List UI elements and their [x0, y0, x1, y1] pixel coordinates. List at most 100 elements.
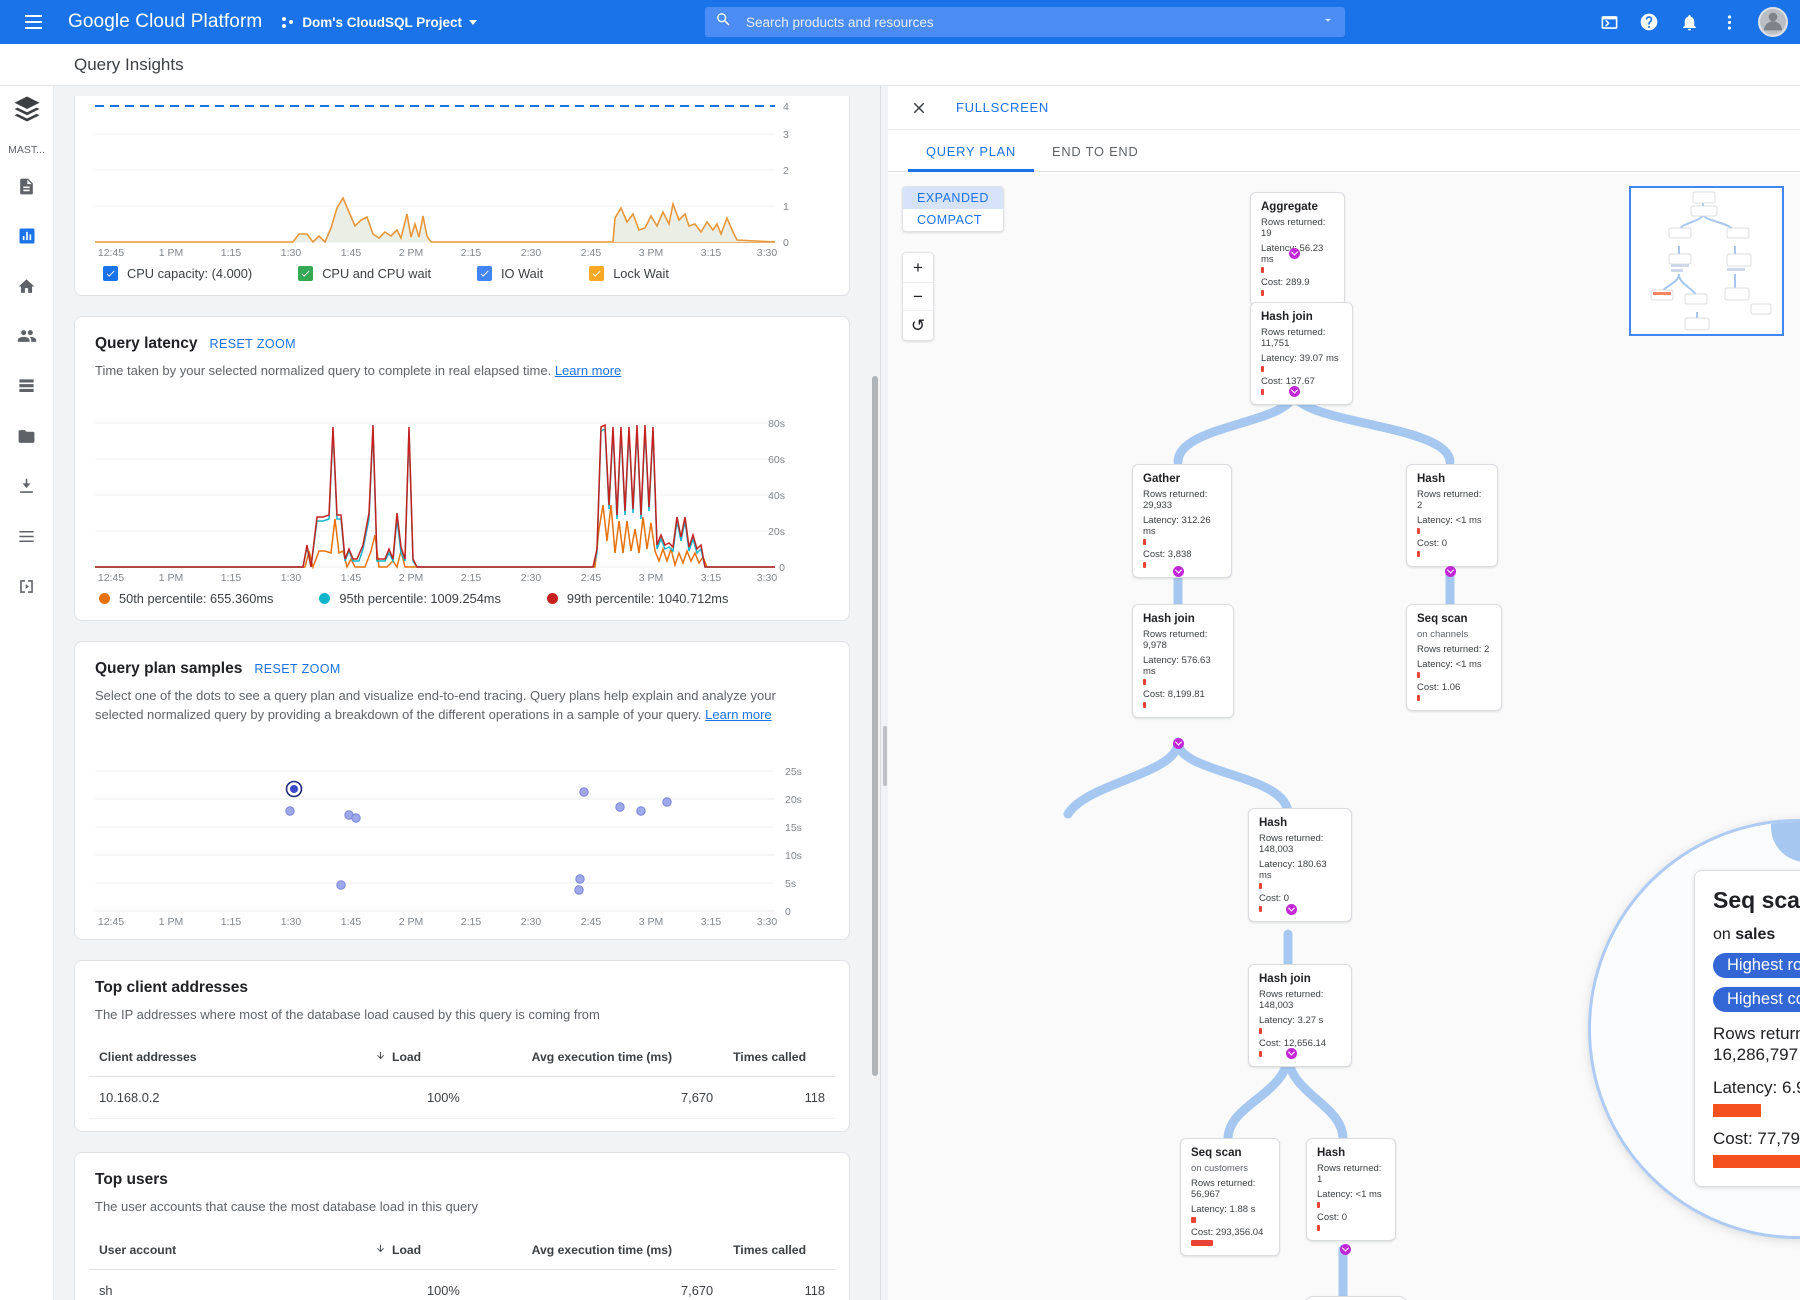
node-rows-returned: Rows returned: 2: [1417, 489, 1487, 511]
plan-node-seq-scan-customers[interactable]: Seq scan on customers Rows returned: 56,…: [1180, 1138, 1280, 1256]
reset-zoom-latency-button[interactable]: RESET ZOOM: [210, 337, 296, 351]
zoom-out-button[interactable]: −: [903, 282, 933, 311]
zoom-in-button[interactable]: +: [903, 253, 933, 282]
search-dropdown-icon[interactable]: [1321, 13, 1335, 32]
close-icon[interactable]: [908, 97, 930, 119]
svg-text:2:15: 2:15: [461, 247, 482, 256]
edge-joint-icon: [1173, 566, 1184, 577]
column-user-account[interactable]: User account: [89, 1231, 365, 1270]
plan-node-gather[interactable]: Gather Rows returned: 29,933 Latency: 31…: [1132, 464, 1232, 578]
svg-text:1:30: 1:30: [281, 916, 302, 925]
svg-text:3:15: 3:15: [701, 572, 722, 581]
magnified-node-card[interactable]: Seq scan on sales Highest row count High…: [1694, 870, 1800, 1187]
reset-zoom-samples-button[interactable]: RESET ZOOM: [254, 662, 340, 676]
legend-cpu-capacity[interactable]: CPU capacity: (4.000): [103, 266, 252, 281]
sidebar-item-connections[interactable]: [9, 268, 45, 304]
legend-cpu-and-cpu-wait[interactable]: CPU and CPU wait: [298, 266, 431, 281]
cloud-shell-icon[interactable]: [1598, 11, 1620, 33]
legend-lock-wait[interactable]: Lock Wait: [589, 266, 669, 281]
checkbox-checked-icon[interactable]: [298, 266, 313, 281]
latency-bar: [1417, 528, 1420, 534]
node-latency: Latency: 312.26 ms: [1143, 515, 1221, 537]
badge-highest-row-count: Highest row count: [1713, 953, 1800, 978]
table-row[interactable]: 10.168.0.2 100% 7,670 118: [89, 1077, 835, 1119]
tab-query-plan[interactable]: QUERY PLAN: [908, 130, 1034, 172]
svg-text:0: 0: [785, 906, 791, 918]
column-client-addresses[interactable]: Client addresses: [89, 1038, 365, 1077]
sidebar-item-overview[interactable]: [9, 168, 45, 204]
sidebar-item-replicas[interactable]: [9, 468, 45, 504]
help-icon[interactable]: [1638, 11, 1660, 33]
cell-load: 100%: [365, 1077, 522, 1119]
query-latency-chart[interactable]: 80s 60s 40s 20s 0 12:45 1 PM 1:15 1:30 1…: [75, 401, 849, 581]
sidebar-rail: MAST...: [0, 86, 54, 1300]
sidebar-item-operations[interactable]: [9, 518, 45, 554]
view-mode-compact-button[interactable]: COMPACT: [903, 209, 1003, 231]
project-selector[interactable]: Dom's CloudSQL Project: [282, 15, 477, 30]
column-label: Load: [392, 1050, 421, 1064]
query-plan-tabs: QUERY PLAN END TO END: [888, 130, 1800, 172]
column-times-called[interactable]: Times called: [723, 1038, 835, 1077]
legend-io-wait[interactable]: IO Wait: [477, 266, 543, 281]
node-rows-returned: Rows returned: 29,933: [1143, 489, 1221, 511]
edge-joint-icon: [1286, 904, 1297, 915]
cost-bar: [1259, 1051, 1262, 1057]
checkbox-checked-icon[interactable]: [477, 266, 492, 281]
table-row[interactable]: sh 100% 7,670 118: [89, 1270, 835, 1300]
sidebar-item-migrations[interactable]: [9, 568, 45, 604]
top-client-addresses-table: Client addresses Load Avg execution time…: [89, 1038, 835, 1119]
tooltip-rows-returned: Rows returned: 16,286,797: [1713, 1023, 1800, 1066]
sidebar-item-users[interactable]: [9, 318, 45, 354]
sidebar-item-backups[interactable]: [9, 418, 45, 454]
legend-p50[interactable]: 50th percentile: 655.360ms: [99, 591, 273, 606]
column-avg-execution-time[interactable]: Avg execution time (ms): [522, 1038, 723, 1077]
left-pane-scrollbar[interactable]: [872, 376, 878, 1076]
svg-text:0: 0: [779, 562, 785, 574]
column-load[interactable]: Load: [365, 1038, 522, 1077]
learn-more-link[interactable]: Learn more: [555, 363, 621, 378]
column-load[interactable]: Load: [365, 1231, 522, 1270]
svg-text:3:30: 3:30: [757, 916, 778, 925]
column-avg-execution-time[interactable]: Avg execution time (ms): [522, 1231, 723, 1270]
plan-minimap[interactable]: [1629, 186, 1784, 336]
legend-p95[interactable]: 95th percentile: 1009.254ms: [319, 591, 501, 606]
query-plan-samples-chart[interactable]: 25s 20s 15s 10s 5s 0 12:45 1 PM 1:15 1:3…: [75, 745, 849, 925]
plan-node-seq-scan-channels[interactable]: Seq scan on channels Rows returned: 2 La…: [1406, 604, 1502, 711]
latency-bar: [1259, 1028, 1262, 1034]
plan-node-hash-3[interactable]: Hash Rows returned: 1 Latency: <1 ms Cos…: [1306, 1138, 1396, 1241]
sidebar-item-query-insights[interactable]: [9, 218, 45, 254]
reset-view-button[interactable]: ↺: [903, 311, 933, 340]
svg-text:1:45: 1:45: [341, 572, 362, 581]
plan-node-hash-2[interactable]: Hash Rows returned: 148,003 Latency: 180…: [1248, 808, 1352, 922]
column-times-called[interactable]: Times called: [723, 1231, 835, 1270]
node-cost: Cost: 3,838: [1143, 549, 1221, 560]
plan-node-hash-join-2[interactable]: Hash join Rows returned: 9,978 Latency: …: [1132, 604, 1234, 718]
svg-text:1:45: 1:45: [341, 916, 362, 925]
search-input[interactable]: Search products and resources: [705, 7, 1345, 37]
checkbox-checked-icon[interactable]: [103, 266, 118, 281]
cpu-utilization-chart[interactable]: 4 3 2 1 0 12:45 1 PM 1:15 1:30 1:45 2 PM: [75, 96, 849, 256]
insights-scroll-pane[interactable]: 4 3 2 1 0 12:45 1 PM 1:15 1:30 1:45 2 PM: [54, 86, 880, 1300]
more-vert-icon[interactable]: [1718, 11, 1740, 33]
description-text: Time taken by your selected normalized q…: [95, 363, 551, 378]
sidebar-item-databases[interactable]: [9, 368, 45, 404]
query-plan-canvas[interactable]: EXPANDED COMPACT + − ↺: [888, 174, 1800, 1300]
checkbox-checked-icon[interactable]: [589, 266, 604, 281]
zoom-controls: + − ↺: [902, 252, 934, 341]
plan-node-hash-join-3[interactable]: Hash join Rows returned: 148,003 Latency…: [1248, 964, 1352, 1067]
tab-end-to-end[interactable]: END TO END: [1034, 130, 1156, 172]
legend-label: Lock Wait: [613, 266, 669, 281]
badge-highest-cost: Highest cost: [1713, 987, 1800, 1012]
legend-p99[interactable]: 99th percentile: 1040.712ms: [547, 591, 729, 606]
plan-node-hash-1[interactable]: Hash Rows returned: 2 Latency: <1 ms Cos…: [1406, 464, 1498, 567]
pane-splitter[interactable]: [880, 86, 888, 1300]
fullscreen-button[interactable]: FULLSCREEN: [956, 100, 1049, 115]
view-mode-expanded-button[interactable]: EXPANDED: [903, 187, 1003, 209]
svg-text:2:30: 2:30: [521, 916, 542, 925]
avatar[interactable]: [1758, 7, 1788, 37]
learn-more-link[interactable]: Learn more: [705, 707, 771, 722]
plan-node-seq-scan-countries[interactable]: Seq scan on countries: [1306, 1296, 1406, 1300]
notifications-icon[interactable]: [1678, 11, 1700, 33]
plan-node-hash-join-1[interactable]: Hash join Rows returned: 11,751 Latency:…: [1250, 302, 1353, 405]
menu-icon[interactable]: [16, 5, 50, 39]
